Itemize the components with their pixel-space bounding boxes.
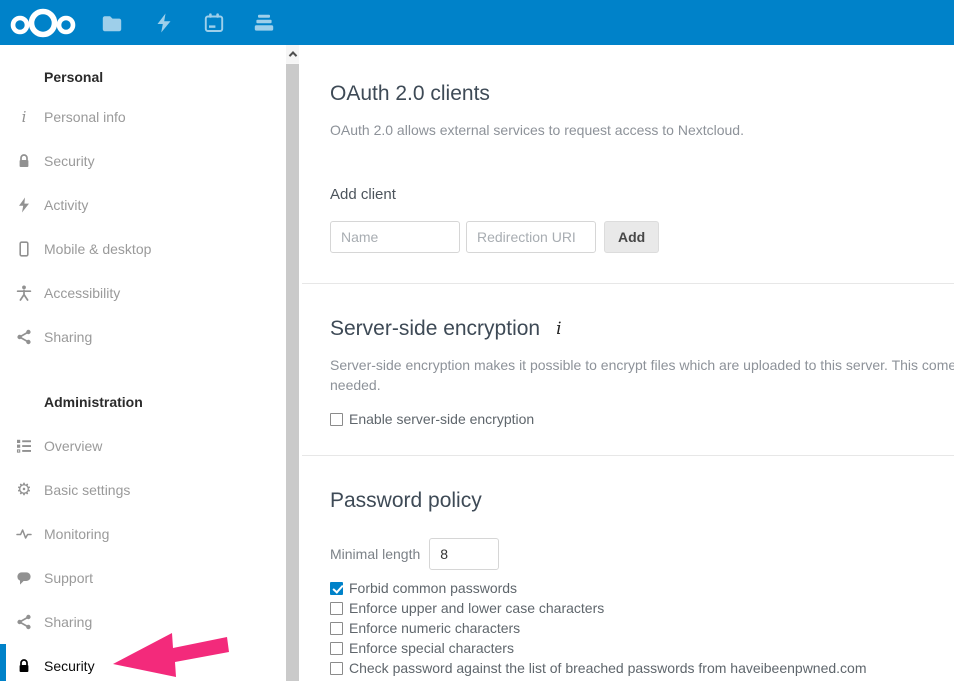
sidebar-item-basic-settings[interactable]: ⚙ Basic settings [0,468,302,512]
policy-row-numeric: Enforce numeric characters [330,618,954,638]
nextcloud-logo[interactable] [10,8,76,38]
redirection-uri-input[interactable] [466,221,596,253]
settings-content: OAuth 2.0 clients OAuth 2.0 allows exter… [302,45,954,681]
minimal-length-label: Minimal length [330,546,420,562]
sidebar-item-label: Sharing [44,329,92,345]
phone-icon [16,241,32,257]
sidebar-item-support[interactable]: Support [0,556,302,600]
policy-row-forbid-common: Forbid common passwords [330,578,954,598]
sidebar-item-sharing-personal[interactable]: Sharing [0,315,302,359]
sidebar-item-overview[interactable]: Overview [0,424,302,468]
sidebar-heading-administration: Administration [0,384,302,420]
sidebar-item-activity[interactable]: Activity [0,183,302,227]
sidebar-item-label: Overview [44,438,102,454]
enable-encryption-row: Enable server-side encryption [330,411,954,427]
chevron-up-icon [288,51,296,59]
share-icon [16,329,32,345]
enable-encryption-label[interactable]: Enable server-side encryption [349,411,534,427]
sidebar-item-label: Support [44,570,93,586]
gear-icon: ⚙ [16,482,32,498]
lightning-icon [16,197,32,213]
sidebar-item-label: Security [44,153,95,169]
sidebar-item-accessibility[interactable]: Accessibility [0,271,302,315]
add-client-button[interactable]: Add [604,221,659,253]
oauth-description: OAuth 2.0 allows external services to re… [330,120,954,140]
sidebar-scrollbar[interactable] [286,45,299,681]
sidebar-item-mobile-desktop[interactable]: Mobile & desktop [0,227,302,271]
top-header-bar [0,0,954,45]
settings-sidebar: Personal i Personal info Security [0,45,302,681]
scrollbar-up-button[interactable] [286,45,299,63]
calendar-app-icon[interactable] [203,12,225,34]
activity-app-lightning-icon[interactable] [153,12,175,34]
encryption-title: Server-side encryption [330,316,540,342]
info-icon[interactable]: i [556,321,561,338]
enforce-numeric-checkbox[interactable] [330,622,343,635]
forbid-common-passwords-label[interactable]: Forbid common passwords [349,580,517,596]
password-policy-checkbox-list: Forbid common passwords Enforce upper an… [330,578,954,678]
sidebar-item-label: Activity [44,197,88,213]
share-icon [16,614,32,630]
sidebar-item-label: Accessibility [44,285,120,301]
enforce-special-label[interactable]: Enforce special characters [349,640,514,656]
enforce-upper-lower-checkbox[interactable] [330,602,343,615]
sidebar-heading-personal: Personal [0,59,302,95]
sidebar-item-label: Sharing [44,614,92,630]
enforce-upper-lower-label[interactable]: Enforce upper and lower case characters [349,600,604,616]
lock-icon [16,658,32,674]
sidebar-item-sharing-admin[interactable]: Sharing [0,600,302,644]
password-policy-section: Password policy Minimal length Forbid co… [302,456,954,681]
files-app-folder-icon[interactable] [101,12,123,34]
info-icon: i [16,109,32,125]
accessibility-icon [16,285,32,301]
check-breached-passwords-label[interactable]: Check password against the list of breac… [349,660,867,676]
password-policy-title: Password policy [330,488,954,514]
sidebar-item-label: Security [44,658,95,674]
chat-icon [16,570,32,586]
enable-encryption-checkbox[interactable] [330,413,343,426]
pulse-icon [16,526,32,542]
sidebar-item-monitoring[interactable]: Monitoring [0,512,302,556]
sidebar-item-label: Mobile & desktop [44,241,151,257]
sidebar-item-label: Monitoring [44,526,109,542]
encryption-description-line1: Server-side encryption makes it possible… [330,355,954,375]
policy-row-special: Enforce special characters [330,638,954,658]
scrollbar-thumb[interactable] [286,64,299,681]
deck-app-icon[interactable] [253,12,275,34]
sidebar-item-personal-info[interactable]: i Personal info [0,95,302,139]
encryption-description-line2: needed. [330,375,954,395]
policy-row-upper-lower: Enforce upper and lower case characters [330,598,954,618]
sidebar-item-security-personal[interactable]: Security [0,139,302,183]
list-icon [16,438,32,454]
sidebar-item-label: Basic settings [44,482,130,498]
check-breached-passwords-checkbox[interactable] [330,662,343,675]
forbid-common-passwords-checkbox[interactable] [330,582,343,595]
oauth-section: OAuth 2.0 clients OAuth 2.0 allows exter… [302,45,954,284]
minimal-length-row: Minimal length [330,538,954,570]
app-root: Personal i Personal info Security [0,0,954,681]
add-client-row: Add [330,221,954,253]
encryption-section: Server-side encryption i Server-side enc… [302,284,954,456]
sidebar-item-label: Personal info [44,109,126,125]
add-client-heading: Add client [330,186,954,203]
client-name-input[interactable] [330,221,460,253]
sidebar-item-security-admin[interactable]: Security [0,644,302,681]
oauth-title: OAuth 2.0 clients [330,81,954,107]
minimal-length-input[interactable] [429,538,499,570]
enforce-special-checkbox[interactable] [330,642,343,655]
lock-icon [16,153,32,169]
enforce-numeric-label[interactable]: Enforce numeric characters [349,620,520,636]
policy-row-hibp: Check password against the list of breac… [330,658,954,678]
